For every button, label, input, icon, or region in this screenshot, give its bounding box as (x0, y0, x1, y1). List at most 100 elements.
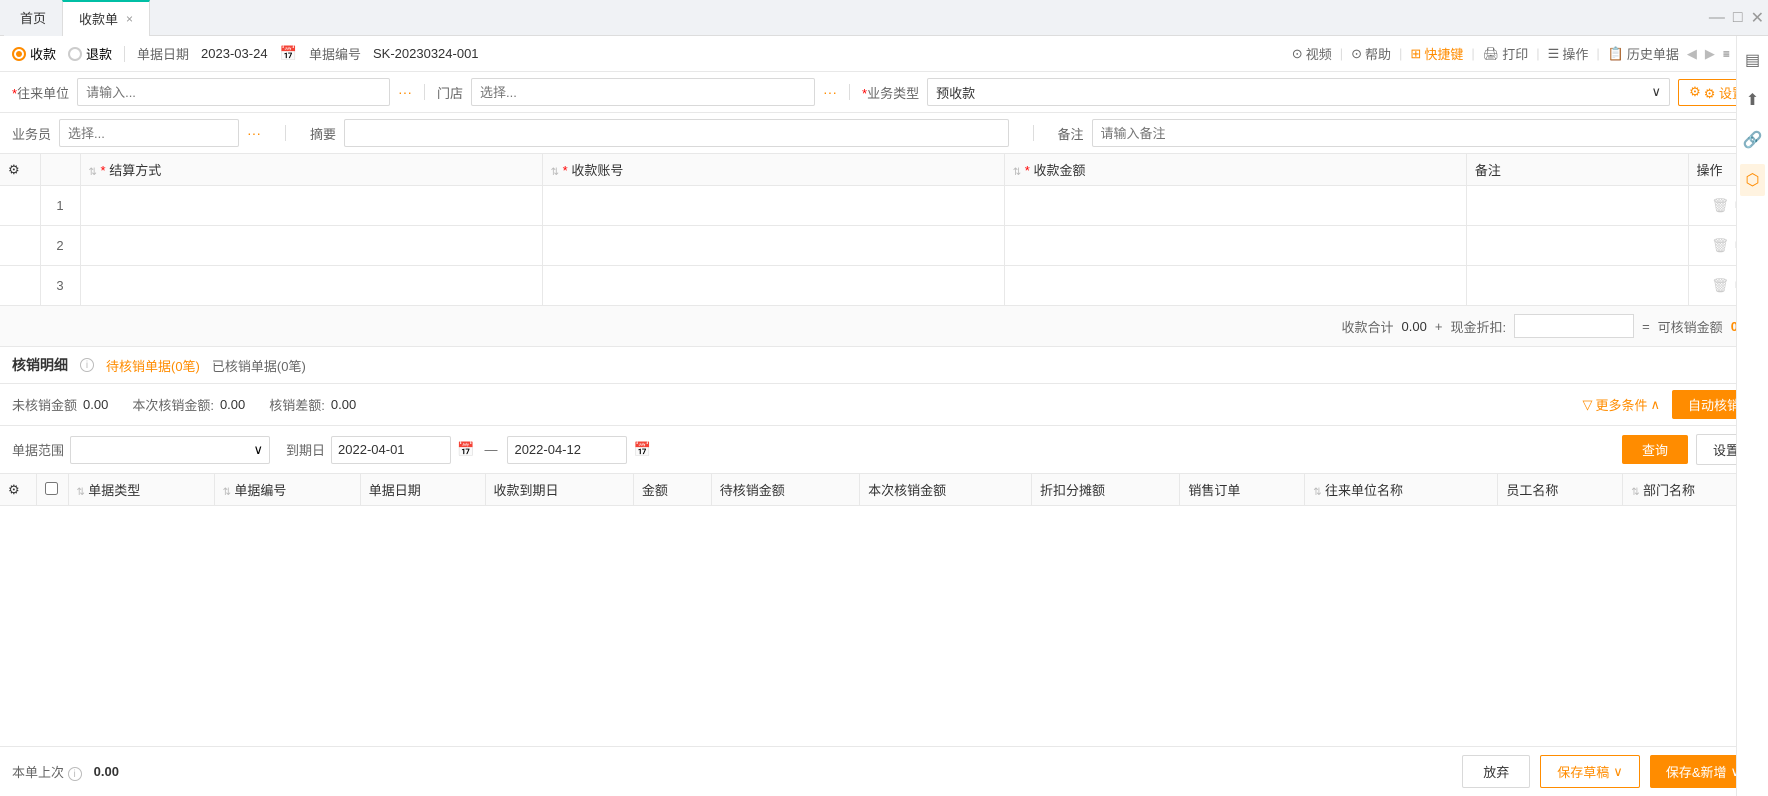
partner-more-icon[interactable]: ··· (398, 84, 412, 100)
radio-refund[interactable]: 退款 (68, 44, 112, 63)
date-to-icon[interactable]: 📅 (633, 441, 650, 458)
select-all-checkbox[interactable] (45, 482, 58, 495)
table-gear-icon[interactable]: ⚙ (8, 162, 20, 177)
row2-note[interactable] (1466, 226, 1688, 266)
video-btn[interactable]: ⊙ 视频 (1292, 44, 1332, 63)
history-btn[interactable]: 📋 历史单据 (1608, 44, 1679, 63)
sidebar-upload-icon[interactable]: ⬆ (1740, 84, 1765, 116)
date-range-separator: — (484, 442, 497, 457)
row2-account[interactable] (542, 226, 1004, 266)
more-conditions-btn[interactable]: ▽ 更多条件 ∧ (1582, 395, 1660, 414)
row3-account[interactable] (542, 266, 1004, 306)
date-icon[interactable]: 📅 (280, 45, 297, 62)
row1-payment[interactable] (80, 186, 542, 226)
row3-payment[interactable] (80, 266, 542, 306)
tab-current[interactable]: 收款单 × (62, 0, 150, 36)
sidebar-link-icon[interactable]: 🔗 (1737, 124, 1768, 156)
col-account: ⇅ * 收款账号 (542, 154, 1004, 186)
bt-gear-icon[interactable]: ⚙ (8, 482, 20, 497)
store-input[interactable] (471, 78, 815, 106)
minimize-icon[interactable]: — (1709, 9, 1725, 27)
printer-icon: 🖨 (1483, 46, 1500, 62)
staff-input[interactable] (59, 119, 239, 147)
bt-col-sales-order: 销售订单 (1180, 474, 1305, 506)
diff-amount: 核销差额: 0.00 (269, 395, 356, 414)
range-select[interactable]: ∨ (70, 436, 270, 464)
tab-home[interactable]: 首页 (4, 0, 62, 36)
staff-more-icon[interactable]: ··· (247, 125, 261, 141)
bt-col-setting[interactable]: ⚙ (0, 474, 36, 506)
business-select[interactable]: 预收款 ∨ (927, 78, 1670, 106)
date-to-input[interactable] (507, 436, 627, 464)
bottom-table: ⚙ ⇅ 单据类型 ⇅ 单据编号 单据日期 (0, 474, 1768, 506)
discount-input[interactable] (1514, 314, 1634, 338)
question-icon: ⊙ (1351, 46, 1362, 62)
nav-left-icon[interactable]: ◀ (1687, 46, 1697, 62)
current-verify-amount: 本次核销金额: 0.00 (132, 395, 245, 414)
query-button[interactable]: 查询 (1622, 435, 1688, 464)
bt-col-pending: 待核销金额 (711, 474, 859, 506)
radio-receipt-dot (12, 47, 26, 61)
main-content: 收款 退款 单据日期 2023-03-24 📅 单据编号 SK-20230324… (0, 36, 1768, 796)
abandon-button[interactable]: 放弃 (1462, 755, 1530, 788)
save-draft-button[interactable]: 保存草稿 ∨ (1540, 755, 1640, 788)
action-btn[interactable]: ☰ 操作 (1548, 44, 1589, 63)
row2-payment[interactable] (80, 226, 542, 266)
tab-close-icon[interactable]: × (126, 12, 133, 26)
divider4 (285, 125, 286, 141)
help-btn[interactable]: ⊙ 帮助 (1351, 44, 1391, 63)
row1-delete-icon[interactable]: 🗑 (1711, 197, 1729, 214)
store-more-icon[interactable]: ··· (823, 84, 837, 100)
print-btn[interactable]: 🖨 打印 (1483, 44, 1529, 63)
form-row-1: *往来单位 ··· 门店 ··· *业务类型 预收款 ∨ ⚙ ⚙ 设置 (0, 72, 1768, 113)
bt-col-checkbox[interactable] (36, 474, 68, 506)
row1-setting (0, 186, 40, 226)
verified-tab[interactable]: 已核销单据(0笔) (212, 356, 306, 375)
range-chevron-icon: ∨ (254, 442, 264, 458)
nav-right-icon[interactable]: ▶ (1705, 46, 1715, 62)
partner-label: *往来单位 (12, 83, 69, 102)
row1-amount[interactable] (1004, 186, 1466, 226)
row3-amount[interactable] (1004, 266, 1466, 306)
list-view-icon[interactable]: ≡ (1723, 47, 1730, 61)
radio-receipt-label: 收款 (30, 44, 56, 63)
maximize-icon[interactable]: □ (1733, 9, 1743, 27)
footer-info-icon[interactable]: i (68, 767, 82, 781)
row1-note[interactable] (1466, 186, 1688, 226)
row2-amount[interactable] (1004, 226, 1466, 266)
plus-sign: + (1435, 319, 1443, 334)
save-draft-chevron-icon: ∨ (1613, 764, 1623, 780)
tab-current-label: 收款单 (79, 9, 118, 28)
radio-receipt[interactable]: 收款 (12, 44, 56, 63)
note-input[interactable] (1092, 119, 1756, 147)
date-from-icon[interactable]: 📅 (457, 441, 474, 458)
date-value: 2023-03-24 (201, 46, 268, 61)
row2-delete-icon[interactable]: 🗑 (1711, 237, 1729, 254)
play-icon: ⊙ (1292, 46, 1303, 62)
partner-input[interactable] (77, 78, 390, 106)
row3-setting (0, 266, 40, 306)
business-label: *业务类型 (862, 83, 919, 102)
close-icon[interactable]: ✕ (1751, 8, 1764, 28)
bt-col-discount: 折扣分摊额 (1032, 474, 1180, 506)
divider2 (424, 84, 425, 100)
shortcut-btn[interactable]: ⊞ 快捷键 (1410, 44, 1463, 63)
info-icon[interactable]: i (80, 358, 94, 372)
summary-input[interactable] (344, 119, 1008, 147)
pending-tab[interactable]: 待核销单据(0笔) (106, 356, 200, 375)
row1-account[interactable] (542, 186, 1004, 226)
sidebar-table-icon[interactable]: ▤ (1739, 44, 1766, 76)
receipt-type-group: 收款 退款 (12, 44, 112, 63)
bt-col-doc-no: ⇅ 单据编号 (214, 474, 360, 506)
col-setting[interactable]: ⚙ (0, 154, 40, 186)
divider5 (1033, 125, 1034, 141)
sidebar-camera-icon[interactable]: ⬡ (1740, 164, 1766, 196)
date-from-input[interactable] (331, 436, 451, 464)
bt-col-doc-type: ⇅ 单据类型 (68, 474, 214, 506)
bt-col-partner: ⇅ 往来单位名称 (1305, 474, 1498, 506)
row3-delete-icon[interactable]: 🗑 (1711, 277, 1729, 294)
unverified-amount: 未核销金额 0.00 (12, 395, 108, 414)
filter-icon: ▽ (1582, 397, 1592, 413)
window-controls: — □ ✕ (1709, 8, 1764, 28)
row3-note[interactable] (1466, 266, 1688, 306)
